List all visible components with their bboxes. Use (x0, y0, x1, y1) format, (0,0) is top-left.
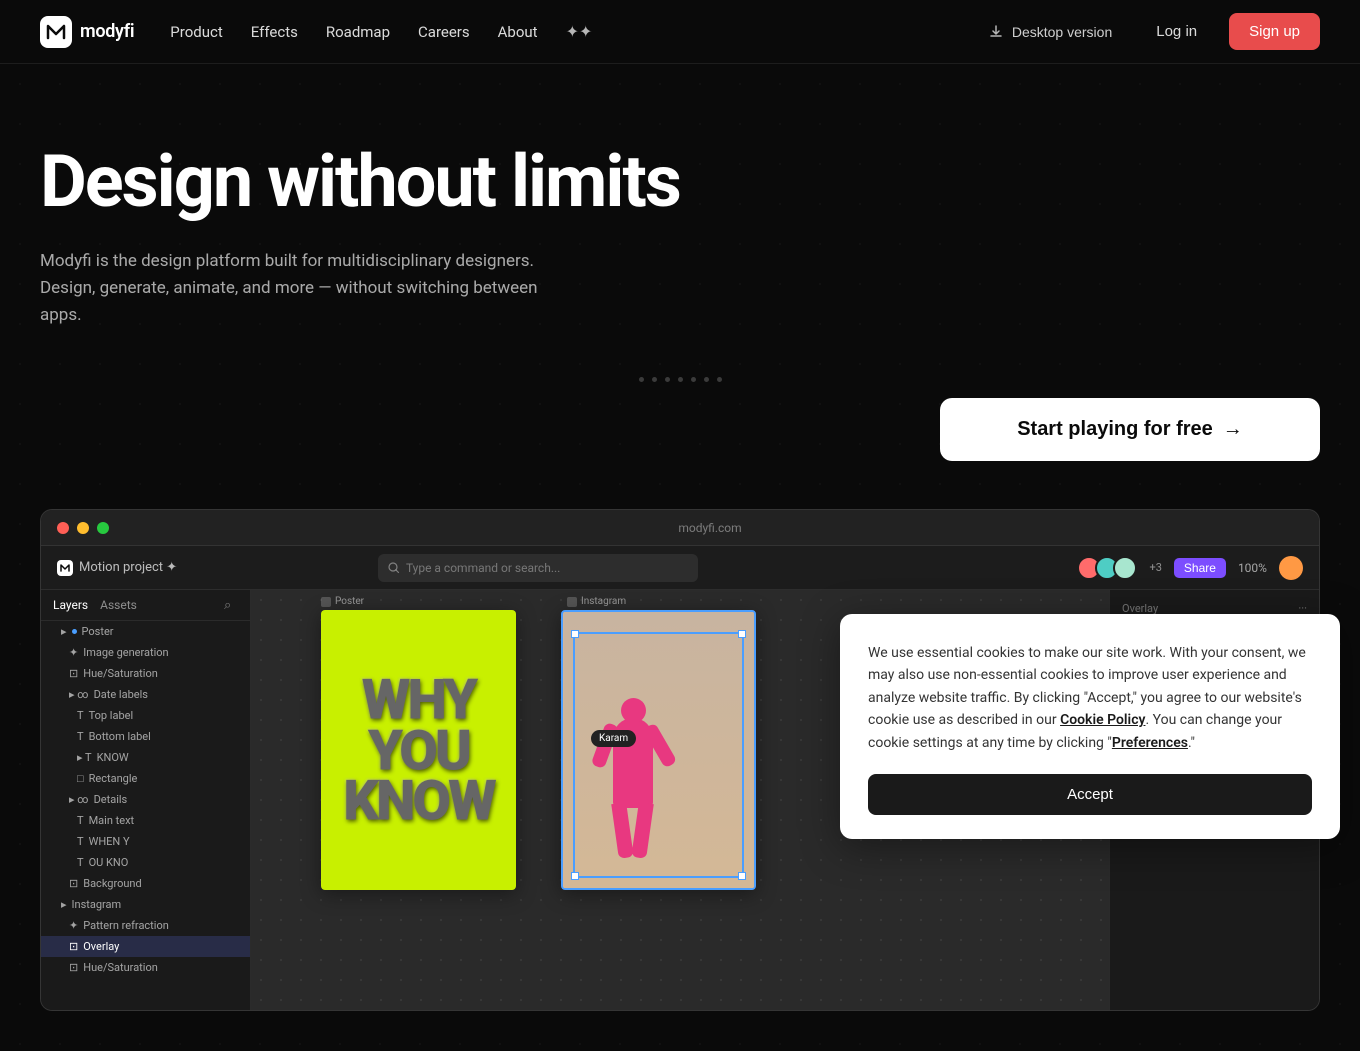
toolbar-right: +3 Share 100% (1083, 556, 1303, 580)
nav-left: modyfi Product Effects Roadmap Careers A… (40, 16, 592, 48)
layers-tab[interactable]: Layers (53, 598, 88, 612)
preferences-link[interactable]: Preferences (1112, 735, 1188, 751)
toolbar-project-name: Motion project ✦ (57, 560, 177, 576)
titlebar-maximize-dot (97, 522, 109, 534)
titlebar-minimize-dot (77, 522, 89, 534)
nav-item-roadmap[interactable]: Roadmap (326, 23, 390, 41)
canvas-poster-frame: WHYYOUKNOW (321, 610, 516, 890)
layer-rectangle[interactable]: □ Rectangle (41, 768, 250, 789)
signup-button[interactable]: Sign up (1229, 13, 1320, 50)
layer-date-labels[interactable]: ▸ ∞ Date labels (41, 684, 250, 705)
dot-4 (678, 377, 683, 382)
layer-hue-saturation-1[interactable]: ⊡ Hue/Saturation (41, 663, 250, 684)
handle-br (738, 872, 746, 880)
login-button[interactable]: Log in (1140, 15, 1213, 48)
modyfi-app-icon (57, 560, 73, 576)
dots-decoration (40, 377, 1320, 382)
desktop-version-button[interactable]: Desktop version (976, 16, 1124, 48)
layer-bottom-label[interactable]: T Bottom label (41, 726, 250, 747)
layers-search-icon[interactable]: ⌕ (224, 598, 238, 612)
hero-title: Design without limits (40, 144, 680, 220)
toolbar-plus-count: +3 (1149, 561, 1161, 574)
layers-panel-header: Layers Assets ⌕ (41, 590, 250, 621)
layer-poster[interactable]: ▸ Poster (41, 621, 250, 642)
nav-right: Desktop version Log in Sign up (976, 13, 1320, 50)
toolbar-avatar-3 (1113, 556, 1137, 580)
dot-6 (704, 377, 709, 382)
toolbar-search[interactable]: Type a command or search... (378, 554, 698, 582)
cookie-banner: We use essential cookies to make our sit… (840, 614, 1340, 839)
layer-when-y[interactable]: T WHEN Y (41, 831, 250, 852)
poster-metallic-text: WHYYOUKNOW (343, 675, 493, 826)
hero-section: Design without limits Modyfi is the desi… (0, 64, 1360, 1051)
canvas-poster-label: Poster (321, 596, 364, 607)
layer-overlay[interactable]: ⊡ Overlay (41, 936, 250, 957)
cta-start-playing-button[interactable]: Start playing for free → (940, 398, 1320, 461)
toolbar-zoom-level: 100% (1238, 561, 1267, 575)
layer-pattern-refraction[interactable]: ✦ Pattern refraction (41, 915, 250, 936)
handle-tr (738, 630, 746, 638)
layer-details[interactable]: ▸ ∞ Details (41, 789, 250, 810)
nav-item-product[interactable]: Product (170, 23, 222, 41)
download-icon (988, 24, 1004, 40)
layer-group-icon: ▸ (61, 625, 67, 638)
layer-know[interactable]: ▸ T KNOW (41, 747, 250, 768)
toolbar-search-icon (388, 562, 400, 574)
dot-2 (652, 377, 657, 382)
layer-dot (72, 629, 77, 634)
layer-image-generation[interactable]: ✦ Image generation (41, 642, 250, 663)
cta-arrow-icon: → (1223, 418, 1243, 441)
canvas-instagram-frame (561, 610, 756, 890)
dot-3 (665, 377, 670, 382)
cookie-policy-link[interactable]: Cookie Policy (1060, 712, 1145, 728)
navigation: modyfi Product Effects Roadmap Careers A… (0, 0, 1360, 64)
layer-main-text[interactable]: T Main text (41, 810, 250, 831)
sparkle-icon: ✦✦ (566, 22, 593, 41)
nav-item-careers[interactable]: Careers (418, 23, 470, 41)
titlebar-url: modyfi.com (117, 521, 1303, 535)
assets-tab[interactable]: Assets (100, 598, 137, 612)
hero-description: Modyfi is the design platform built for … (40, 248, 560, 330)
layer-background[interactable]: ⊡ Background (41, 873, 250, 894)
canvas-instagram-label: Instagram (567, 596, 626, 607)
nav-item-effects[interactable]: Effects (251, 23, 298, 41)
handle-tl (571, 630, 579, 638)
titlebar-close-dot (57, 522, 69, 534)
layer-top-label[interactable]: T Top label (41, 705, 250, 726)
selection-border (573, 632, 744, 878)
logo[interactable]: modyfi (40, 16, 134, 48)
handle-bl (571, 872, 579, 880)
dot-5 (691, 377, 696, 382)
app-toolbar: Motion project ✦ Type a command or searc… (41, 546, 1319, 590)
app-titlebar: modyfi.com (41, 510, 1319, 546)
layer-ou-kno[interactable]: T OU KNO (41, 852, 250, 873)
cookie-accept-button[interactable]: Accept (868, 774, 1312, 815)
layers-panel: Layers Assets ⌕ ▸ Poster ✦ Image generat… (41, 590, 251, 1010)
layer-instagram[interactable]: ▸ Instagram (41, 894, 250, 915)
dot-7 (717, 377, 722, 382)
karam-user-badge: Karam (591, 730, 636, 747)
cookie-text: We use essential cookies to make our sit… (868, 642, 1312, 754)
toolbar-avatars (1083, 556, 1137, 580)
cta-label: Start playing for free (1017, 418, 1213, 441)
dot-1 (639, 377, 644, 382)
layer-hue-saturation-2[interactable]: ⊡ Hue/Saturation (41, 957, 250, 978)
hero-content: Design without limits Modyfi is the desi… (40, 144, 1320, 1011)
nav-links: Product Effects Roadmap Careers About ✦✦ (170, 22, 592, 41)
toolbar-share-button[interactable]: Share (1174, 558, 1226, 578)
nav-item-about[interactable]: About (498, 23, 538, 41)
logo-text: modyfi (80, 21, 134, 42)
toolbar-user-avatar (1279, 556, 1303, 580)
